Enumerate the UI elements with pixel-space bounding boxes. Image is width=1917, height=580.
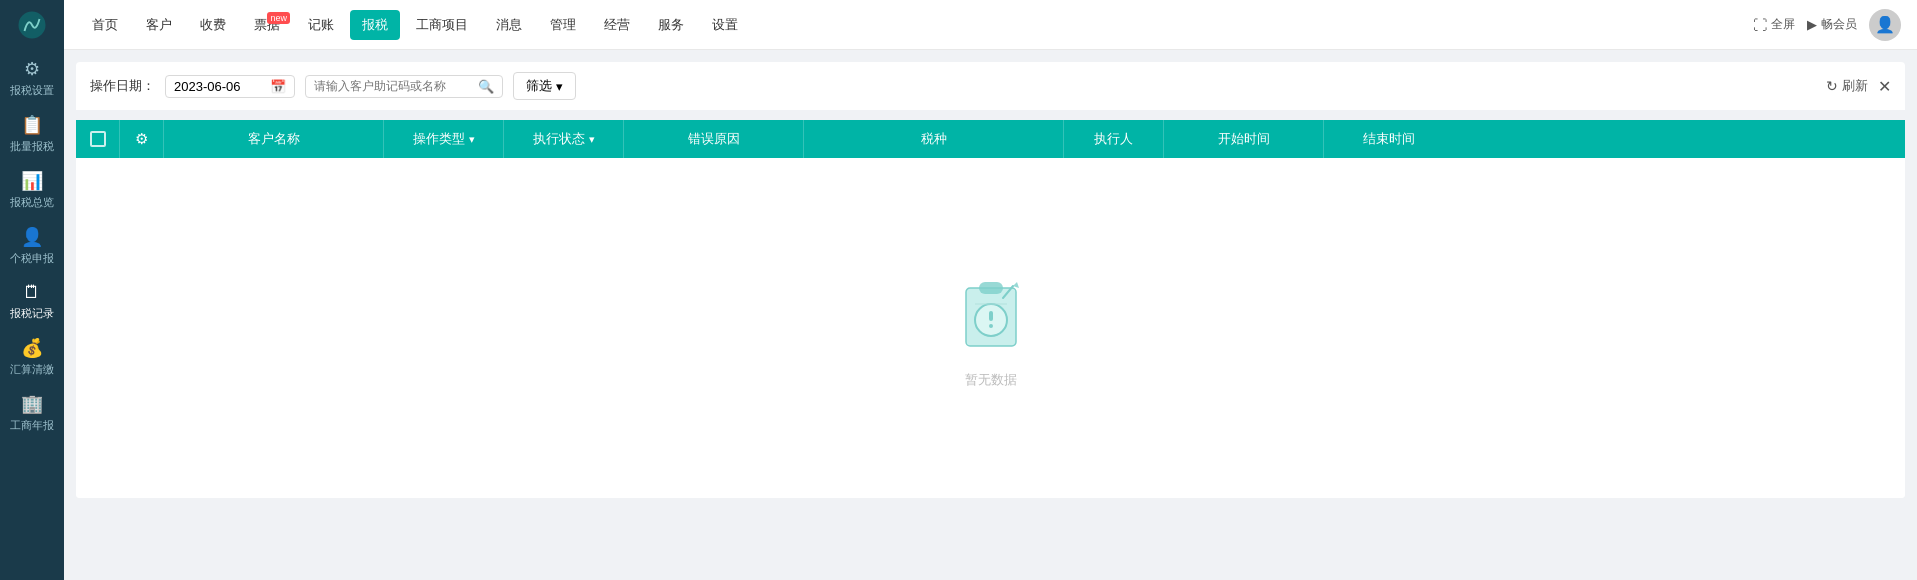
filter-icon-op-type: ▾ [469,133,475,146]
filter-icon-exec-status: ▾ [589,133,595,146]
nav-management[interactable]: 管理 [538,10,588,40]
calendar-icon: 📅 [270,79,286,94]
settlement-icon: 💰 [21,337,43,359]
search-wrap[interactable]: 🔍 [305,75,503,98]
avatar-icon: 👤 [1875,15,1895,34]
th-checkbox[interactable] [76,120,120,158]
annual-report-icon: 🏢 [21,393,43,415]
th-start-time: 开始时间 [1164,120,1324,158]
toolbar: 操作日期： 📅 🔍 筛选 ▾ ↻ 刷新 ✕ [76,62,1905,110]
main-area: 首页 客户 收费 票据 new 记账 报税 工商项目 消息 管理 经营 服务 设… [64,0,1917,580]
nav-service[interactable]: 服务 [646,10,696,40]
nav-operation[interactable]: 经营 [592,10,642,40]
page-content: 操作日期： 📅 🔍 筛选 ▾ ↻ 刷新 ✕ [64,50,1917,580]
nav-business[interactable]: 工商项目 [404,10,480,40]
nav-customer[interactable]: 客户 [134,10,184,40]
close-button[interactable]: ✕ [1878,77,1891,96]
svg-marker-9 [1013,282,1019,288]
table-body-empty: 暂无数据 [76,158,1905,498]
tax-overview-icon: 📊 [21,170,43,192]
sidebar-item-settlement[interactable]: 💰 汇算清缴 [0,329,64,385]
tax-record-icon: 🗒 [23,282,41,303]
nav-invoice[interactable]: 票据 new [242,10,292,40]
date-input[interactable] [174,79,264,94]
empty-text: 暂无数据 [965,371,1017,389]
empty-illustration [951,268,1031,361]
th-end-time: 结束时间 [1324,120,1454,158]
personal-tax-icon: 👤 [21,226,43,248]
member-icon: ▶ [1807,17,1817,32]
svg-rect-3 [979,282,1003,294]
sidebar-item-batch-tax[interactable]: 📋 批量报税 [0,106,64,162]
sidebar-logo [0,0,64,50]
sidebar-item-tax-settings[interactable]: ⚙ 报税设置 [0,50,64,106]
user-avatar[interactable]: 👤 [1869,9,1901,41]
nav-billing[interactable]: 收费 [188,10,238,40]
batch-tax-icon: 📋 [21,114,43,136]
filter-button[interactable]: 筛选 ▾ [513,72,576,100]
th-exec-status: 执行状态 ▾ [504,120,624,158]
svg-rect-6 [989,311,993,321]
nav-home[interactable]: 首页 [80,10,130,40]
sidebar-item-label: 工商年报 [10,418,54,433]
th-error-reason: 错误原因 [624,120,804,158]
nav-accounting[interactable]: 记账 [296,10,346,40]
sidebar-item-personal-tax[interactable]: 👤 个税申报 [0,218,64,274]
nav-message[interactable]: 消息 [484,10,534,40]
topnav-items: 首页 客户 收费 票据 new 记账 报税 工商项目 消息 管理 经营 服务 设… [80,10,1753,40]
sidebar-item-label: 汇算清缴 [10,362,54,377]
th-executor: 执行人 [1064,120,1164,158]
th-gear[interactable]: ⚙ [120,120,164,158]
sidebar-item-label: 报税设置 [10,83,54,98]
fullscreen-icon: ⛶ [1753,17,1767,33]
sidebar-item-label: 批量报税 [10,139,54,154]
select-all-checkbox[interactable] [90,131,106,147]
date-label: 操作日期： [90,77,155,95]
search-icon: 🔍 [478,79,494,94]
topnav-right: ⛶ 全屏 ▶ 畅会员 👤 [1753,9,1901,41]
gear-icon: ⚙ [135,130,148,148]
table-header: ⚙ 客户名称 操作类型 ▾ 执行状态 ▾ 错误原因 [76,120,1905,158]
sidebar-item-annual-report[interactable]: 🏢 工商年报 [0,385,64,441]
nav-tax[interactable]: 报税 [350,10,400,40]
th-op-type: 操作类型 ▾ [384,120,504,158]
fullscreen-btn[interactable]: ⛶ 全屏 [1753,16,1795,33]
search-input[interactable] [314,79,474,93]
new-badge: new [267,12,290,24]
sidebar: ⚙ 报税设置 📋 批量报税 📊 报税总览 👤 个税申报 🗒 报税记录 💰 汇算清… [0,0,64,580]
chevron-down-icon: ▾ [556,79,563,94]
sidebar-item-label: 报税总览 [10,195,54,210]
refresh-button[interactable]: ↻ 刷新 [1826,77,1868,95]
table-wrapper: ⚙ 客户名称 操作类型 ▾ 执行状态 ▾ 错误原因 [76,120,1905,498]
sidebar-item-tax-overview[interactable]: 📊 报税总览 [0,162,64,218]
tax-settings-icon: ⚙ [24,58,40,80]
content-area: 操作日期： 📅 🔍 筛选 ▾ ↻ 刷新 ✕ [64,50,1917,580]
refresh-icon: ↻ [1826,78,1838,94]
member-btn[interactable]: ▶ 畅会员 [1807,16,1857,33]
topnav: 首页 客户 收费 票据 new 记账 报税 工商项目 消息 管理 经营 服务 设… [64,0,1917,50]
date-input-wrap[interactable]: 📅 [165,75,295,98]
th-tax-type: 税种 [804,120,1064,158]
nav-settings[interactable]: 设置 [700,10,750,40]
sidebar-item-label: 报税记录 [10,306,54,321]
sidebar-item-label: 个税申报 [10,251,54,266]
th-client-name: 客户名称 [164,120,384,158]
sidebar-item-tax-record[interactable]: 🗒 报税记录 [0,274,64,329]
svg-point-7 [989,324,993,328]
